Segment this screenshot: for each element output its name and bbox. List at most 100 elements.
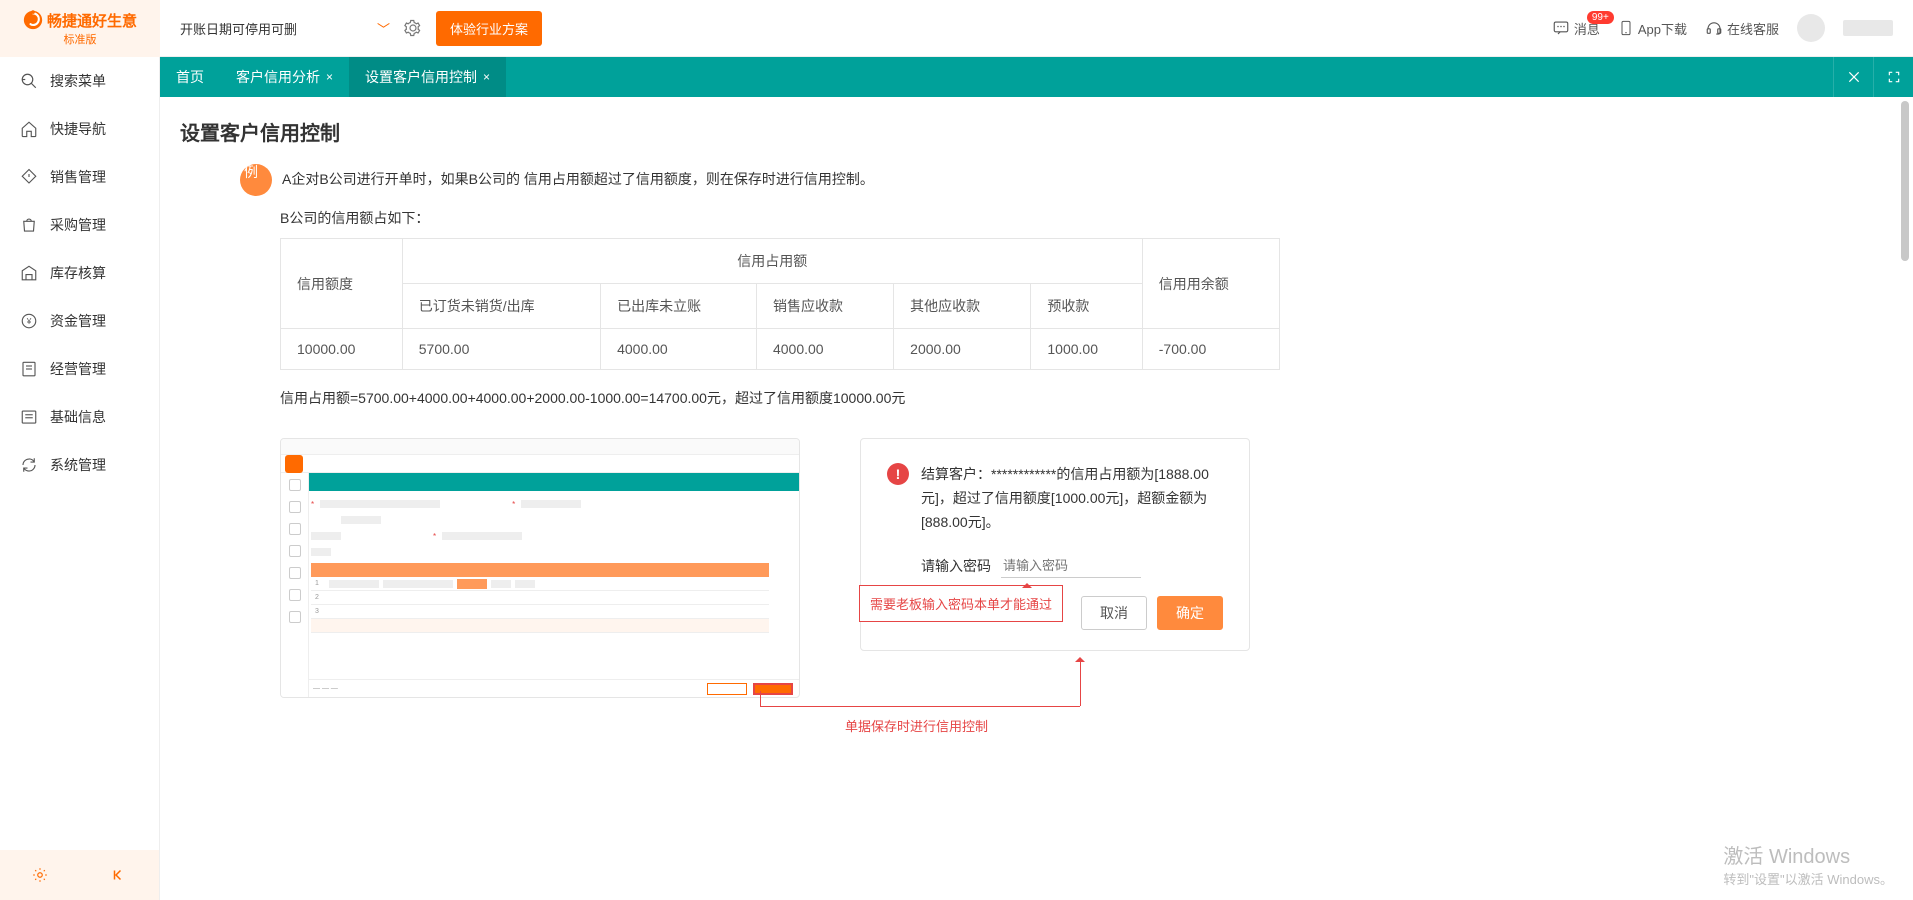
avatar[interactable] xyxy=(1797,14,1825,42)
th-balance: 信用用余额 xyxy=(1142,239,1279,329)
arrow-connector xyxy=(760,691,761,706)
close-icon[interactable]: × xyxy=(483,70,490,84)
example-header: 例 A企对B公司进行开单时，如果B公司的 信用占用额超过了信用额度，则在保存时进… xyxy=(240,164,1553,196)
sidebar-item-search[interactable]: 搜索菜单 xyxy=(0,57,159,105)
settings-gear-button[interactable] xyxy=(404,19,422,37)
app-download-label: App下载 xyxy=(1638,19,1687,38)
th-occupy-group: 信用占用额 xyxy=(402,239,1142,284)
refresh-icon xyxy=(20,456,38,474)
sidebar-item-label: 基础信息 xyxy=(50,407,106,427)
sidebar-item-label: 快捷导航 xyxy=(50,119,106,139)
example-badge: 例 xyxy=(240,164,272,196)
cell-c3: 4000.00 xyxy=(756,329,893,370)
callout-password-required: 需要老板输入密码本单才能通过 xyxy=(859,585,1063,622)
tab-label: 设置客户信用控制 xyxy=(365,67,477,87)
brand-icon xyxy=(23,10,43,30)
illustration-caption: 单据保存时进行信用控制 xyxy=(280,716,1553,735)
sidebar-item-label: 库存核算 xyxy=(50,263,106,283)
tag-icon xyxy=(20,168,38,186)
sidebar-item-label: 搜索菜单 xyxy=(50,71,106,91)
sub-text: B公司的信用额占如下： xyxy=(280,208,1553,228)
online-service-label: 在线客服 xyxy=(1727,19,1779,38)
credit-table: 信用额度 信用占用额 信用用余额 已订货未销货/出库 已出库未立账 销售应收款 … xyxy=(280,238,1280,370)
sidebar-item-inventory[interactable]: 库存核算 xyxy=(0,249,159,297)
mock-screenshot: ** * 1 2 3 — — — xyxy=(280,438,800,698)
sidebar-item-label: 系统管理 xyxy=(50,455,106,475)
close-icon[interactable]: × xyxy=(326,70,333,84)
password-input[interactable] xyxy=(1001,554,1141,578)
th-c5: 预收款 xyxy=(1031,284,1142,329)
cell-c4: 2000.00 xyxy=(894,329,1031,370)
chevron-down-icon: ﹀ xyxy=(377,19,390,38)
arrow-connector xyxy=(760,706,1080,707)
credit-warning-dialog: ! 结算客户：************的信用占用额为[1888.00元]，超过了… xyxy=(860,438,1250,651)
expand-icon xyxy=(1887,70,1901,84)
account-period-dropdown[interactable]: 开账日期可停用可删 ﹀ xyxy=(180,19,390,38)
phone-icon xyxy=(1618,20,1634,36)
close-icon xyxy=(1847,70,1861,84)
bag-icon xyxy=(20,216,38,234)
home-icon xyxy=(20,120,38,138)
cancel-button[interactable]: 取消 xyxy=(1081,596,1147,630)
brand-edition: 标准版 xyxy=(64,31,97,47)
sidebar-item-quicknav[interactable]: 快捷导航 xyxy=(0,105,159,153)
brand-text: 畅捷通好生意 xyxy=(47,10,137,31)
th-c4: 其他应收款 xyxy=(894,284,1031,329)
gear-icon xyxy=(404,19,422,37)
arrow-connector xyxy=(1080,660,1081,706)
chat-icon xyxy=(1552,19,1570,37)
user-name-placeholder[interactable] xyxy=(1843,20,1893,36)
th-c3: 销售应收款 xyxy=(756,284,893,329)
th-c2: 已出库未立账 xyxy=(601,284,757,329)
password-label: 请输入密码 xyxy=(921,556,991,576)
tab-home[interactable]: 首页 xyxy=(160,57,220,97)
industry-plan-button[interactable]: 体验行业方案 xyxy=(436,11,542,46)
dialog-message: 结算客户：************的信用占用额为[1888.00元]，超过了信用… xyxy=(921,463,1223,534)
sidebar-item-sales[interactable]: 销售管理 xyxy=(0,153,159,201)
tab-label: 首页 xyxy=(176,67,204,87)
sidebar-item-label: 销售管理 xyxy=(50,167,106,187)
app-download-button[interactable]: App下载 xyxy=(1618,19,1687,38)
gear-icon xyxy=(31,866,49,884)
error-icon: ! xyxy=(887,463,909,485)
scrollbar[interactable] xyxy=(1901,101,1909,896)
tab-credit-analysis[interactable]: 客户信用分析 × xyxy=(220,57,349,97)
formula-text: 信用占用额=5700.00+4000.00+4000.00+2000.00-10… xyxy=(280,388,1553,408)
sidebar-item-funds[interactable]: ¥ 资金管理 xyxy=(0,297,159,345)
cell-c5: 1000.00 xyxy=(1031,329,1142,370)
th-c1: 已订货未销货/出库 xyxy=(402,284,600,329)
collapse-icon xyxy=(110,866,128,884)
arrow-head-icon xyxy=(1075,652,1085,662)
sidebar-item-purchase[interactable]: 采购管理 xyxy=(0,201,159,249)
money-icon: ¥ xyxy=(20,312,38,330)
tab-label: 客户信用分析 xyxy=(236,67,320,87)
cell-limit: 10000.00 xyxy=(281,329,403,370)
svg-text:¥: ¥ xyxy=(26,317,32,326)
account-period-label: 开账日期可停用可删 xyxy=(180,19,297,38)
page-title: 设置客户信用控制 xyxy=(180,117,1883,146)
sidebar-item-system[interactable]: 系统管理 xyxy=(0,441,159,489)
brand-logo-area[interactable]: 畅捷通好生意 标准版 xyxy=(0,0,160,57)
table-row: 10000.00 5700.00 4000.00 4000.00 2000.00… xyxy=(281,329,1280,370)
sidebar-item-business[interactable]: 经营管理 xyxy=(0,345,159,393)
messages-button[interactable]: 消息 99+ xyxy=(1552,19,1600,38)
online-service-button[interactable]: 在线客服 xyxy=(1705,19,1779,38)
fullscreen-button[interactable] xyxy=(1873,57,1913,97)
search-icon xyxy=(20,72,38,90)
sidebar-collapse-button[interactable] xyxy=(110,866,128,884)
report-icon xyxy=(20,360,38,378)
cell-balance: -700.00 xyxy=(1142,329,1279,370)
warehouse-icon xyxy=(20,264,38,282)
sidebar: 搜索菜单 快捷导航 销售管理 采购管理 库存核算 ¥ 资金管理 经营管理 基础信 xyxy=(0,57,160,900)
sidebar-item-basicinfo[interactable]: 基础信息 xyxy=(0,393,159,441)
ok-button[interactable]: 确定 xyxy=(1157,596,1223,630)
th-credit-limit: 信用额度 xyxy=(281,239,403,329)
sidebar-settings-button[interactable] xyxy=(31,866,49,884)
list-icon xyxy=(20,408,38,426)
tab-credit-control[interactable]: 设置客户信用控制 × xyxy=(349,57,506,97)
scrollbar-thumb[interactable] xyxy=(1901,101,1909,261)
top-header: 畅捷通好生意 标准版 开账日期可停用可删 ﹀ 体验行业方案 消息 99+ App… xyxy=(0,0,1913,57)
headset-icon xyxy=(1705,19,1723,37)
messages-badge: 99+ xyxy=(1587,11,1614,24)
close-all-tabs-button[interactable] xyxy=(1833,57,1873,97)
